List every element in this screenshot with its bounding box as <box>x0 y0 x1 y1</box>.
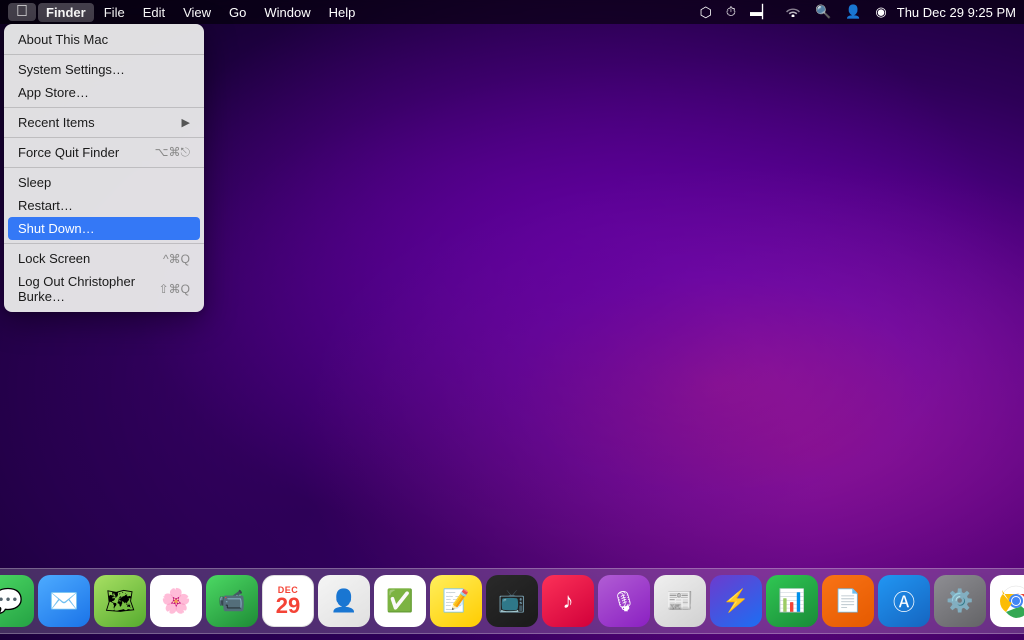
dock-icon-notes[interactable]: 📝 <box>430 575 482 627</box>
siri-icon[interactable]: ◉ <box>871 2 890 22</box>
recent-items-arrow: ▶ <box>182 116 190 129</box>
menubar-view[interactable]: View <box>175 3 219 22</box>
wifi-icon[interactable] <box>781 3 805 22</box>
menubar-help[interactable]: Help <box>321 3 364 22</box>
menu-item-logout[interactable]: Log Out Christopher Burke… ⇧⌘Q <box>4 270 204 308</box>
dock-icon-mail[interactable]: ✉️ <box>38 575 90 627</box>
dock-icon-appletv[interactable]: 📺 <box>486 575 538 627</box>
menubar:  Finder File Edit View Go Window Help ⬡… <box>0 0 1024 24</box>
menubar-window[interactable]: Window <box>256 3 318 22</box>
dock-icon-system-preferences[interactable]: ⚙️ <box>934 575 986 627</box>
battery-icon[interactable]: ▬▏ <box>746 2 775 22</box>
clock-icon[interactable]: ⏱ <box>722 2 740 22</box>
dock-icon-news[interactable]: 📰 <box>654 575 706 627</box>
dock-container: ⊞ 🧭 💬 ✉️ 🗺 🌸 📹 <box>0 568 1024 634</box>
dock-icon-contacts[interactable]: 👤 <box>318 575 370 627</box>
contacts-icon[interactable]: 👤 <box>841 2 865 22</box>
menubar-datetime: Thu Dec 29 9:25 PM <box>897 5 1016 20</box>
menubar-file[interactable]: File <box>96 3 133 22</box>
dock: ⊞ 🧭 💬 ✉️ 🗺 🌸 📹 <box>0 568 1024 634</box>
menu-item-sleep[interactable]: Sleep <box>4 171 204 194</box>
menu-item-recent-items[interactable]: Recent Items ▶ <box>4 111 204 134</box>
cast-icon[interactable]: ⬡ <box>696 2 716 23</box>
menubar-right: ⬡ ⏱ ▬▏ 🔍 👤 ◉ Thu Dec 29 9:25 PM <box>696 2 1016 23</box>
menubar-go[interactable]: Go <box>221 3 254 22</box>
menu-separator-5 <box>4 243 204 244</box>
menu-item-system-settings[interactable]: System Settings… <box>4 58 204 81</box>
dock-icon-maps[interactable]: 🗺 <box>94 575 146 627</box>
dock-icon-appstore[interactable]: Ⓐ <box>878 575 930 627</box>
menu-item-restart[interactable]: Restart… <box>4 194 204 217</box>
menu-item-lock-screen[interactable]: Lock Screen ^⌘Q <box>4 247 204 270</box>
menubar-left:  Finder File Edit View Go Window Help <box>8 3 363 22</box>
menu-separator-4 <box>4 167 204 168</box>
apple-menu: About This Mac System Settings… App Stor… <box>4 24 204 312</box>
dock-icon-shortcuts[interactable]: ⚡ <box>710 575 762 627</box>
force-quit-shortcut: ⌥⌘⎋ <box>155 145 190 160</box>
menu-separator-3 <box>4 137 204 138</box>
menubar-finder[interactable]: Finder <box>38 3 94 22</box>
desktop:  Finder File Edit View Go Window Help ⬡… <box>0 0 1024 640</box>
dock-icon-calendar[interactable]: DEC 29 <box>262 575 314 627</box>
calendar-date: 29 <box>276 595 300 617</box>
dock-icon-music[interactable]: ♪ <box>542 575 594 627</box>
menu-item-shutdown[interactable]: Shut Down… <box>8 217 200 240</box>
dock-icon-messages[interactable]: 💬 <box>0 575 34 627</box>
menu-item-app-store[interactable]: App Store… <box>4 81 204 104</box>
menu-separator-1 <box>4 54 204 55</box>
menu-item-about[interactable]: About This Mac <box>4 28 204 51</box>
apple-menu-button[interactable]:  <box>8 3 36 21</box>
search-icon[interactable]: 🔍 <box>811 2 835 22</box>
menubar-edit[interactable]: Edit <box>135 3 173 22</box>
dock-icon-facetime[interactable]: 📹 <box>206 575 258 627</box>
dock-icon-podcasts[interactable]: 🎙 <box>598 575 650 627</box>
dock-icon-numbers[interactable]: 📊 <box>766 575 818 627</box>
dock-icon-pages[interactable]: 📄 <box>822 575 874 627</box>
lock-screen-shortcut: ^⌘Q <box>163 252 190 266</box>
dock-icon-photos[interactable]: 🌸 <box>150 575 202 627</box>
dock-icon-reminders[interactable]: ✅ <box>374 575 426 627</box>
menu-item-force-quit[interactable]: Force Quit Finder ⌥⌘⎋ <box>4 141 204 164</box>
dock-icon-chrome[interactable] <box>990 575 1024 627</box>
menu-separator-2 <box>4 107 204 108</box>
logout-shortcut: ⇧⌘Q <box>159 282 190 296</box>
